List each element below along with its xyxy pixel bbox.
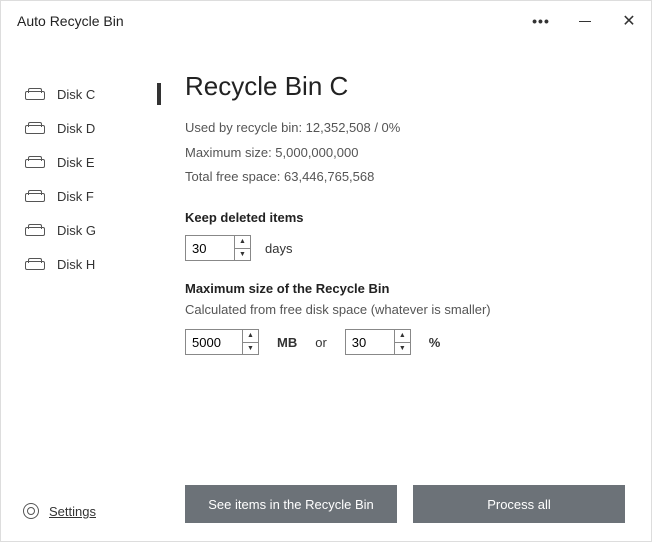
spinner-arrows: ▲ ▼: [234, 236, 250, 260]
days-label: days: [265, 241, 292, 256]
sidebar-item-label: Disk E: [57, 155, 95, 170]
process-all-button[interactable]: Process all: [413, 485, 625, 523]
disk-icon: [25, 122, 45, 134]
more-icon[interactable]: •••: [531, 11, 551, 31]
sidebar: Disk C Disk D Disk E Disk F Disk G Disk …: [1, 41, 161, 543]
max-size-row: ▲ ▼ MB or ▲ ▼ %: [185, 329, 625, 355]
maximum-size-line: Maximum size: 5,000,000,000: [185, 141, 625, 166]
main-panel: Recycle Bin C Used by recycle bin: 12,35…: [161, 41, 651, 543]
minimize-icon: [579, 21, 591, 22]
chevron-down-icon[interactable]: ▼: [235, 249, 250, 261]
sidebar-item-disk-g[interactable]: Disk G: [19, 213, 161, 247]
settings-link[interactable]: Settings: [49, 504, 96, 519]
sidebar-item-label: Disk C: [57, 87, 95, 102]
gear-icon: [23, 503, 39, 519]
sidebar-item-disk-f[interactable]: Disk F: [19, 179, 161, 213]
keep-days-spinner[interactable]: ▲ ▼: [185, 235, 251, 261]
disk-icon: [25, 258, 45, 270]
sidebar-item-disk-e[interactable]: Disk E: [19, 145, 161, 179]
max-size-note: Calculated from free disk space (whateve…: [185, 302, 625, 317]
keep-items-header: Keep deleted items: [185, 210, 625, 225]
sidebar-item-disk-d[interactable]: Disk D: [19, 111, 161, 145]
mb-label: MB: [277, 335, 297, 350]
used-by-line: Used by recycle bin: 12,352,508 / 0%: [185, 116, 625, 141]
sidebar-item-label: Disk H: [57, 257, 95, 272]
sidebar-item-label: Disk F: [57, 189, 94, 204]
disk-icon: [25, 88, 45, 100]
chevron-up-icon[interactable]: ▲: [395, 330, 410, 343]
chevron-up-icon[interactable]: ▲: [235, 236, 250, 249]
chevron-down-icon[interactable]: ▼: [243, 343, 258, 355]
max-percent-spinner[interactable]: ▲ ▼: [345, 329, 411, 355]
keep-days-input[interactable]: [186, 236, 234, 260]
disk-icon: [25, 156, 45, 168]
title-bar: Auto Recycle Bin ••• ✕: [1, 1, 651, 41]
disk-icon: [25, 190, 45, 202]
see-items-button[interactable]: See items in the Recycle Bin: [185, 485, 397, 523]
sidebar-item-disk-c[interactable]: Disk C: [19, 77, 161, 111]
chevron-down-icon[interactable]: ▼: [395, 343, 410, 355]
chevron-up-icon[interactable]: ▲: [243, 330, 258, 343]
window-title: Auto Recycle Bin: [17, 13, 531, 29]
free-space-line: Total free space: 63,446,765,568: [185, 165, 625, 190]
max-mb-input[interactable]: [186, 330, 242, 354]
spinner-arrows: ▲ ▼: [394, 330, 410, 354]
minimize-button[interactable]: [575, 11, 595, 31]
sidebar-footer: Settings: [19, 503, 161, 525]
max-size-header: Maximum size of the Recycle Bin: [185, 281, 625, 296]
sidebar-item-label: Disk G: [57, 223, 96, 238]
percent-label: %: [429, 335, 441, 350]
content: Disk C Disk D Disk E Disk F Disk G Disk …: [1, 41, 651, 543]
max-mb-spinner[interactable]: ▲ ▼: [185, 329, 259, 355]
action-buttons: See items in the Recycle Bin Process all: [185, 485, 625, 523]
disk-icon: [25, 224, 45, 236]
or-label: or: [315, 335, 327, 350]
spinner-arrows: ▲ ▼: [242, 330, 258, 354]
max-percent-input[interactable]: [346, 330, 394, 354]
sidebar-item-label: Disk D: [57, 121, 95, 136]
page-title: Recycle Bin C: [185, 71, 625, 102]
close-button[interactable]: ✕: [619, 11, 639, 31]
sidebar-item-disk-h[interactable]: Disk H: [19, 247, 161, 281]
window-controls: ••• ✕: [531, 11, 639, 31]
keep-days-row: ▲ ▼ days: [185, 235, 625, 261]
